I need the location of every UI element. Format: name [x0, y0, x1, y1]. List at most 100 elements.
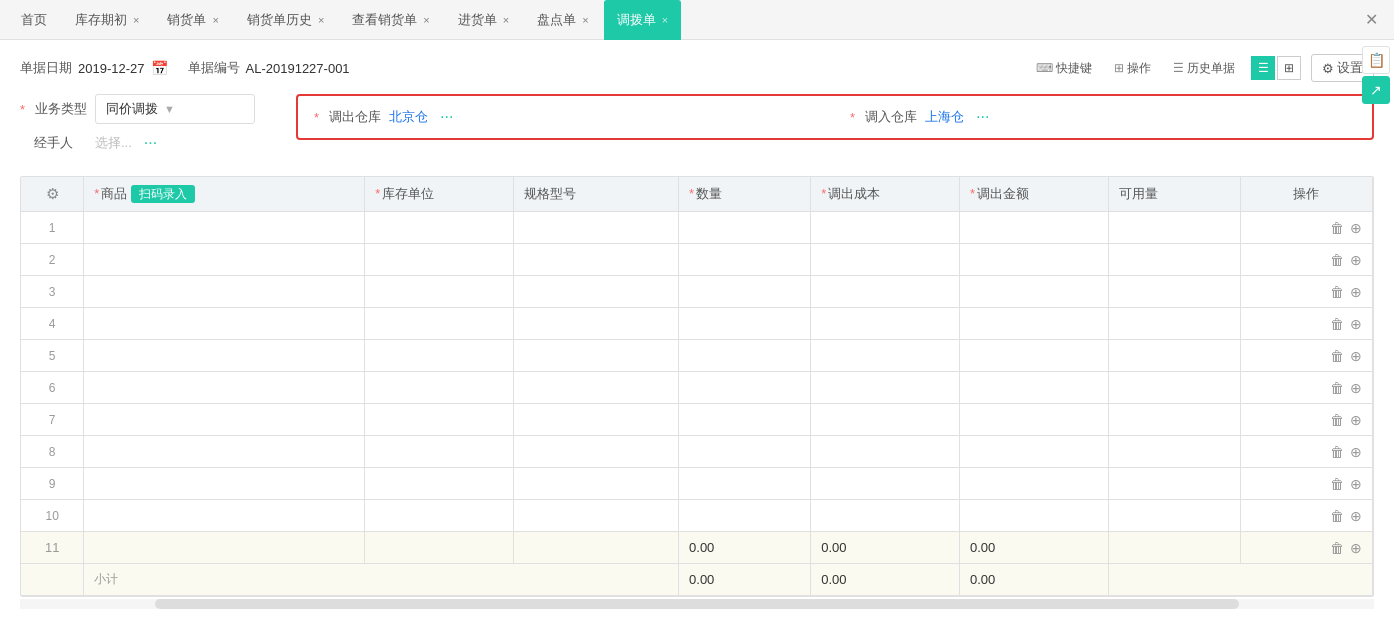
copy-row-icon[interactable]: ⊕ [1350, 348, 1362, 364]
cell-amount[interactable] [959, 500, 1108, 532]
cell-spec[interactable] [513, 468, 678, 500]
delete-row-icon[interactable]: 🗑 [1330, 220, 1344, 236]
copy-row-icon[interactable]: ⊕ [1350, 412, 1362, 428]
close-sales-history[interactable]: × [318, 14, 324, 26]
cell-unit[interactable] [365, 212, 514, 244]
tab-sales-order[interactable]: 销货单 × [154, 0, 231, 40]
cell-unit[interactable] [365, 468, 514, 500]
layout-list-button[interactable]: ☰ [1251, 56, 1275, 80]
close-sales-order[interactable]: × [212, 14, 218, 26]
tab-inventory-init[interactable]: 库存期初 × [62, 0, 152, 40]
close-inventory-check[interactable]: × [582, 14, 588, 26]
side-doc-button[interactable]: 📋 [1362, 46, 1390, 74]
delete-row-icon[interactable]: 🗑 [1330, 476, 1344, 492]
cell-qty[interactable] [679, 372, 811, 404]
cell-unit[interactable] [365, 276, 514, 308]
cell-product[interactable] [84, 436, 365, 468]
business-type-select[interactable]: 同价调拨 ▼ [95, 94, 255, 124]
cell-product[interactable] [84, 500, 365, 532]
cell-spec[interactable] [513, 276, 678, 308]
cell-cost[interactable] [811, 308, 960, 340]
transfer-out-value[interactable]: 北京仓 [389, 108, 428, 126]
delete-row-icon[interactable]: 🗑 [1330, 348, 1344, 364]
delete-row-icon[interactable]: 🗑 [1330, 252, 1344, 268]
delete-row-icon[interactable]: 🗑 [1330, 540, 1344, 556]
cell-amount[interactable] [959, 468, 1108, 500]
delete-row-icon[interactable]: 🗑 [1330, 412, 1344, 428]
cell-spec[interactable] [513, 308, 678, 340]
copy-row-icon[interactable]: ⊕ [1350, 316, 1362, 332]
close-inventory-init[interactable]: × [133, 14, 139, 26]
side-link-button[interactable]: ↗ [1362, 76, 1390, 104]
scrollbar-thumb[interactable] [155, 599, 1238, 609]
tab-inventory-check[interactable]: 盘点单 × [524, 0, 601, 40]
cell-qty[interactable] [679, 404, 811, 436]
delete-row-icon[interactable]: 🗑 [1330, 444, 1344, 460]
cell-qty[interactable] [679, 212, 811, 244]
cell-qty[interactable] [679, 276, 811, 308]
delete-row-icon[interactable]: 🗑 [1330, 316, 1344, 332]
person-select[interactable]: 选择... [95, 134, 132, 152]
cell-qty[interactable] [679, 308, 811, 340]
tab-transfer[interactable]: 调拨单 × [604, 0, 681, 40]
transfer-in-more-button[interactable]: ··· [976, 108, 989, 126]
close-transfer[interactable]: × [662, 14, 668, 26]
transfer-in-value[interactable]: 上海仓 [925, 108, 964, 126]
cell-qty[interactable] [679, 436, 811, 468]
cell-product[interactable] [84, 468, 365, 500]
cell-product[interactable] [84, 372, 365, 404]
cell-amount[interactable] [959, 436, 1108, 468]
cell-cost[interactable] [811, 500, 960, 532]
tab-purchase[interactable]: 进货单 × [445, 0, 522, 40]
close-window-button[interactable]: ✕ [1357, 6, 1386, 33]
cell-cost[interactable] [811, 436, 960, 468]
cell-unit[interactable] [365, 340, 514, 372]
date-value[interactable]: 2019-12-27 [78, 61, 145, 76]
copy-row-icon[interactable]: ⊕ [1350, 252, 1362, 268]
tab-sales-history[interactable]: 销货单历史 × [234, 0, 337, 40]
cell-spec[interactable] [513, 404, 678, 436]
cell-amount[interactable] [959, 404, 1108, 436]
cell-product[interactable] [84, 340, 365, 372]
delete-row-icon[interactable]: 🗑 [1330, 284, 1344, 300]
tab-home[interactable]: 首页 [8, 0, 60, 40]
cell-product[interactable] [84, 404, 365, 436]
cell-spec[interactable] [513, 500, 678, 532]
cell-qty[interactable] [679, 500, 811, 532]
cell-spec[interactable] [513, 340, 678, 372]
delete-row-icon[interactable]: 🗑 [1330, 380, 1344, 396]
cell-unit[interactable] [365, 244, 514, 276]
cell-cost[interactable] [811, 372, 960, 404]
cell-amount[interactable] [959, 308, 1108, 340]
shortcut-button[interactable]: ⌨ 快捷键 [1030, 57, 1098, 80]
cell-amount[interactable] [959, 212, 1108, 244]
cell-cost[interactable] [811, 244, 960, 276]
cell-spec[interactable] [513, 372, 678, 404]
cell-cost[interactable] [811, 276, 960, 308]
copy-row-icon[interactable]: ⊕ [1350, 476, 1362, 492]
operation-button[interactable]: ⊞ 操作 [1108, 57, 1157, 80]
cell-product[interactable] [84, 276, 365, 308]
cell-product[interactable] [84, 212, 365, 244]
cell-cost[interactable] [811, 212, 960, 244]
copy-row-icon[interactable]: ⊕ [1350, 380, 1362, 396]
copy-row-icon[interactable]: ⊕ [1350, 444, 1362, 460]
cell-amount[interactable] [959, 372, 1108, 404]
copy-row-icon[interactable]: ⊕ [1350, 284, 1362, 300]
scan-button[interactable]: 扫码录入 [131, 185, 195, 203]
history-button[interactable]: ☰ 历史单据 [1167, 57, 1241, 80]
cell-cost[interactable] [811, 340, 960, 372]
cell-amount[interactable] [959, 340, 1108, 372]
tab-view-sales[interactable]: 查看销货单 × [339, 0, 442, 40]
cell-cost[interactable] [811, 404, 960, 436]
cell-amount[interactable] [959, 276, 1108, 308]
copy-row-icon[interactable]: ⊕ [1350, 220, 1362, 236]
cell-qty[interactable] [679, 468, 811, 500]
cell-spec[interactable] [513, 244, 678, 276]
copy-row-icon[interactable]: ⊕ [1350, 508, 1362, 524]
close-view-sales[interactable]: × [423, 14, 429, 26]
person-more-button[interactable]: ··· [144, 134, 157, 152]
cell-product[interactable] [84, 308, 365, 340]
cell-cost[interactable] [811, 468, 960, 500]
cell-unit[interactable] [365, 500, 514, 532]
